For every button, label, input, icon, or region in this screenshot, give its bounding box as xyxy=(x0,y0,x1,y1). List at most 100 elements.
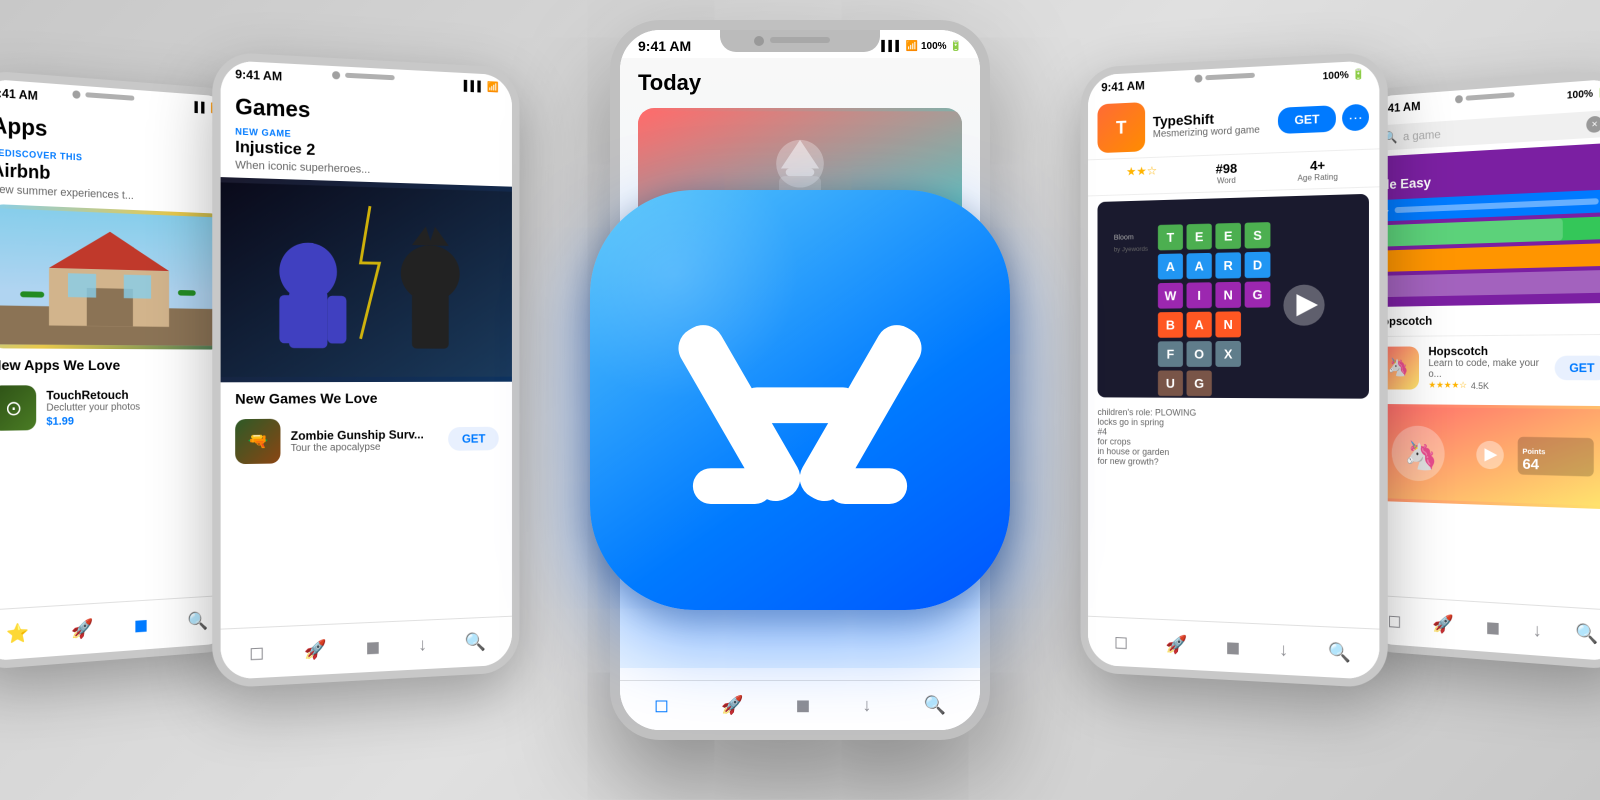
nav-search-4[interactable]: 🔍 xyxy=(1328,642,1351,665)
hopscotch-info: Hopscotch Learn to code, make your o... … xyxy=(1428,344,1544,392)
layers-icon-c: ◼ xyxy=(795,695,810,716)
svg-text:W: W xyxy=(1165,289,1177,303)
app-desc: Declutter your photos xyxy=(46,401,222,414)
phone-right: 9:41 AM 100% 🔋 T TypeShift Mesmerizing w… xyxy=(1081,51,1388,688)
search-icon-2: 🔍 xyxy=(465,632,486,654)
camera-dot-2 xyxy=(332,71,340,79)
clear-search-btn[interactable]: × xyxy=(1586,116,1600,133)
svg-text:Bloom: Bloom xyxy=(1114,232,1134,241)
nav-down-4[interactable]: ↓ xyxy=(1279,639,1288,661)
nav-today[interactable]: ⭐ xyxy=(6,622,29,645)
nav-down-5[interactable]: ↓ xyxy=(1533,620,1542,642)
color-bars-container: ▶ xyxy=(1374,189,1600,297)
bottom-nav-center: ◻ 🚀 ◼ ↓ 🔍 xyxy=(620,680,980,730)
battery-icon-4: 🔋 xyxy=(1352,69,1365,81)
layers-icon-2: ◼ xyxy=(366,637,381,659)
phone-far-right: 9:41 AM 100% 🔋 🔍 a game × xyxy=(1358,69,1600,671)
nav-games[interactable]: 🚀 xyxy=(71,618,93,641)
center-wifi: 📶 xyxy=(906,41,918,52)
app-name: TouchRetouch xyxy=(46,387,222,402)
bar-green-inner xyxy=(1374,218,1563,247)
battery-pct-5: 100% xyxy=(1567,88,1593,101)
status-icons-5: 100% 🔋 xyxy=(1567,87,1600,101)
stars-section: ★★☆ xyxy=(1126,164,1157,189)
nav-down-2[interactable]: ↓ xyxy=(418,634,427,655)
nav-today-5[interactable]: ◻ xyxy=(1388,610,1402,631)
svg-text:B: B xyxy=(1166,318,1175,332)
new-games-label: New Games We Love xyxy=(221,382,512,411)
nav-search-2[interactable]: 🔍 xyxy=(465,632,486,654)
nav-today-4[interactable]: ◻ xyxy=(1114,632,1128,653)
svg-text:N: N xyxy=(1224,318,1233,332)
center-time: 9:41 AM xyxy=(638,38,691,54)
zombie-name: Zombie Gunship Surv... xyxy=(291,427,439,443)
nav-search-c[interactable]: 🔍 xyxy=(924,695,946,716)
nav-layers-5[interactable]: ◼ xyxy=(1486,617,1501,639)
center-signal: ▌▌▌ xyxy=(881,41,902,52)
down-icon-5: ↓ xyxy=(1533,620,1542,642)
app-price: $1.99 xyxy=(46,413,222,427)
zombie-game-item: 🔫 Zombie Gunship Surv... Tour the apocal… xyxy=(221,409,512,473)
hopscotch-rating-row: ★★★★☆ 4.5K xyxy=(1428,380,1544,391)
nav-games-4[interactable]: 🚀 xyxy=(1166,634,1188,656)
hopscotch-get-btn[interactable]: GET xyxy=(1555,355,1600,380)
bar-transparent xyxy=(1374,270,1600,297)
battery-pct-4: 100% xyxy=(1323,69,1349,82)
status-icons-4: 100% 🔋 xyxy=(1323,69,1365,82)
nav-today-2[interactable]: ◻ xyxy=(249,642,264,664)
center-battery-icon: 🔋 xyxy=(950,41,962,52)
center-battery: 100% xyxy=(921,41,947,52)
nav-layers-c[interactable]: ◼ xyxy=(795,695,810,716)
battery-icon-5: 🔋 xyxy=(1596,87,1600,99)
svg-text:64: 64 xyxy=(1522,457,1540,474)
get-button[interactable]: GET xyxy=(448,427,498,451)
nav-games-5[interactable]: 🚀 xyxy=(1432,613,1453,635)
nav-down-c[interactable]: ↓ xyxy=(862,695,871,716)
typeshift-actions: GET ⋯ xyxy=(1278,104,1369,134)
nav-apps[interactable]: ◼ xyxy=(134,614,148,636)
typeshift-app-icon: T xyxy=(1097,102,1145,153)
svg-text:T: T xyxy=(1167,231,1175,245)
signal-icon-2: ▌▌▌ xyxy=(464,80,484,92)
svg-text:Points: Points xyxy=(1522,447,1545,457)
nav-search[interactable]: 🔍 xyxy=(187,611,208,633)
word-game-preview: T E E S A A xyxy=(1097,194,1368,399)
games-icon-2: 🚀 xyxy=(304,639,327,661)
zombie-icon: 🔫 xyxy=(235,419,280,464)
svg-text:N: N xyxy=(1224,288,1233,302)
nav-games-2[interactable]: 🚀 xyxy=(304,639,327,661)
bar-green xyxy=(1374,216,1600,247)
nav-search-5[interactable]: 🔍 xyxy=(1575,623,1598,646)
app-store-logo-svg xyxy=(653,253,947,547)
center-speaker xyxy=(770,37,830,43)
svg-text:F: F xyxy=(1167,348,1175,362)
bar-blue: ▶ xyxy=(1374,189,1600,221)
today-icon-2: ◻ xyxy=(249,642,264,664)
age-section: 4+ Age Rating xyxy=(1297,157,1337,183)
center-screen-label: Today xyxy=(620,58,980,108)
nav-today-c[interactable]: ◻ xyxy=(654,695,669,716)
center-status-icons: ▌▌▌ 📶 100% 🔋 xyxy=(881,41,962,52)
nav-layers-4[interactable]: ◼ xyxy=(1226,637,1241,659)
phones-container: 9:41 AM ▌▌ 📶 Apps REDISCOVER THIS Airbnb… xyxy=(0,0,1600,800)
app-list-item-touch: ⊙ TouchRetouch Declutter your photos $1.… xyxy=(0,377,235,440)
svg-text:D: D xyxy=(1253,258,1262,272)
games-icon: 🚀 xyxy=(71,618,93,641)
nav-games-c[interactable]: 🚀 xyxy=(721,695,743,716)
featured-app-image xyxy=(0,204,222,350)
camera-dot xyxy=(72,90,80,99)
typeshift-get-btn[interactable]: GET xyxy=(1278,105,1336,134)
zombie-desc: Tour the apocalypse xyxy=(291,441,439,454)
nav-layers-2[interactable]: ◼ xyxy=(366,637,381,659)
today-icon-c: ◻ xyxy=(654,695,669,716)
status-time-2: 9:41 AM xyxy=(235,67,282,84)
app-header-row: T TypeShift Mesmerizing word game GET ⋯ xyxy=(1088,85,1379,160)
games-icon-4: 🚀 xyxy=(1166,634,1188,656)
more-options-btn[interactable]: ⋯ xyxy=(1342,104,1369,132)
apps-icon: ◼ xyxy=(134,614,148,636)
svg-text:A: A xyxy=(1195,259,1204,273)
age-display: 4+ xyxy=(1297,157,1337,174)
status-icons-2: ▌▌▌ 📶 xyxy=(464,80,499,93)
layers-icon-5: ◼ xyxy=(1486,617,1501,639)
typeshift-screen: T TypeShift Mesmerizing word game GET ⋯ xyxy=(1088,85,1379,676)
